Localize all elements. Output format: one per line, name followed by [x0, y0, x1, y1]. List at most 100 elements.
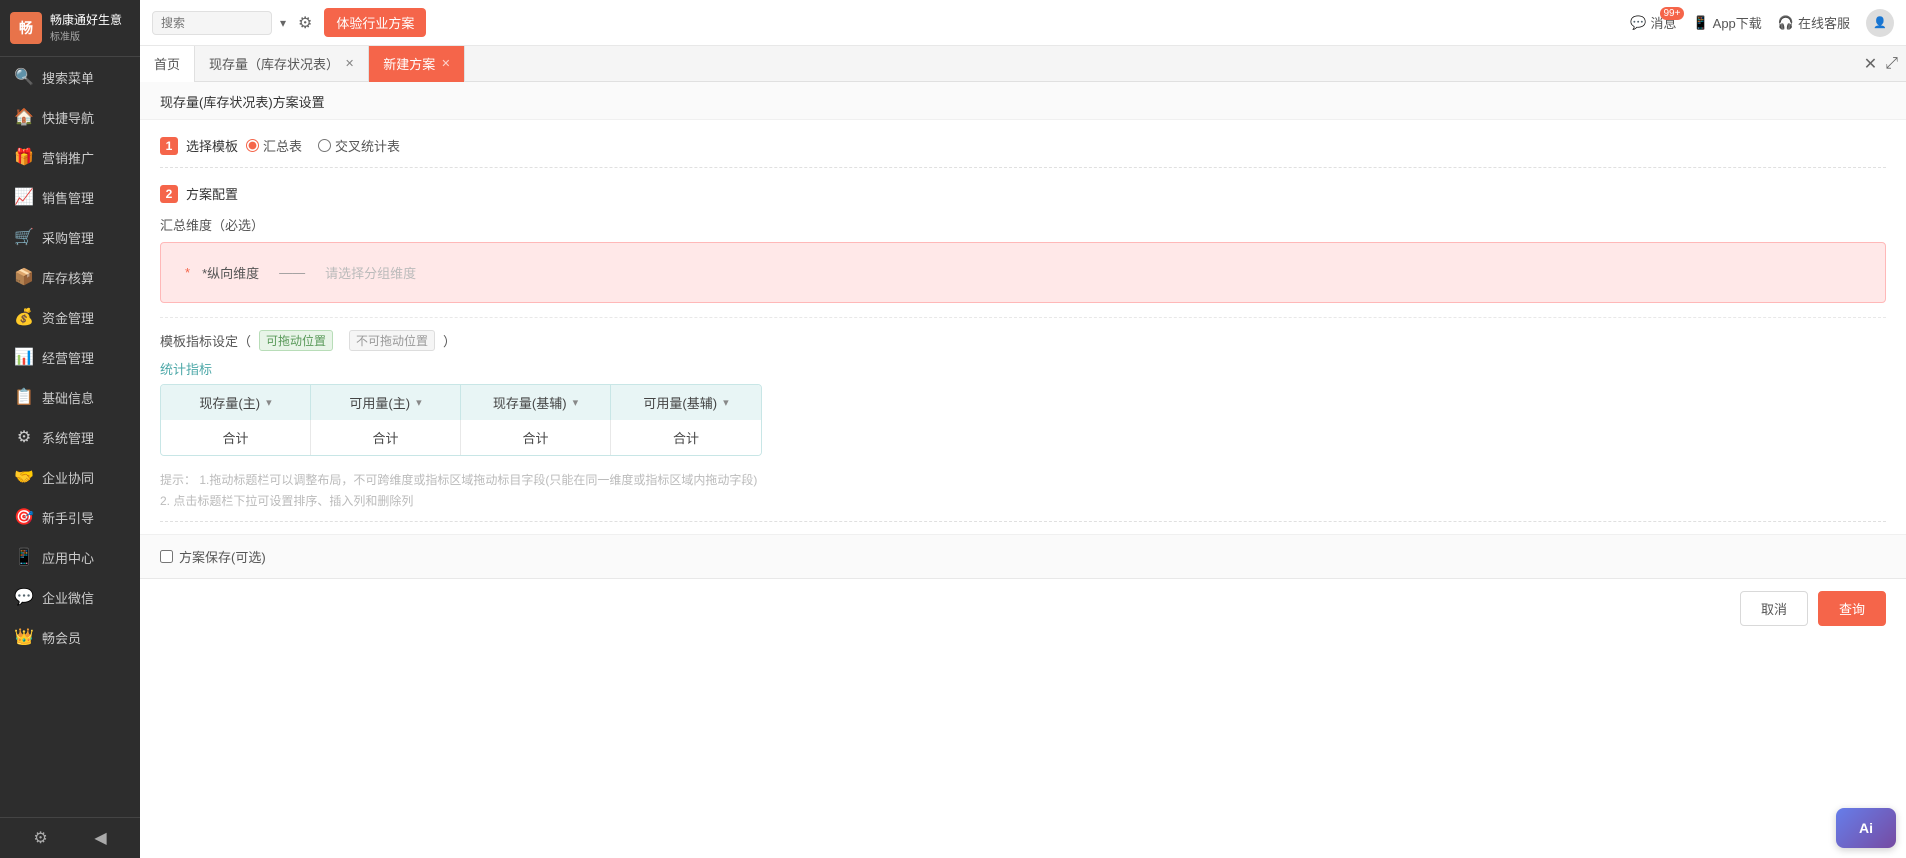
col-body-3: 合计: [611, 420, 761, 455]
topbar: ▾ ⚙ 体验行业方案 💬 消息 99+ 📱 App下载 🎧 在线客服 👤: [140, 0, 1906, 46]
step2-section: 2 方案配置 汇总维度（必选） * *纵向维度 —— 请选择分组维度 模板指标设…: [160, 184, 1886, 509]
sidebar-item-label: 系统管理: [42, 428, 94, 447]
expand-window-icon[interactable]: ⤢: [1885, 55, 1898, 73]
settings-bottom-icon[interactable]: ⚙: [33, 828, 47, 848]
sidebar-item-sales[interactable]: 📈 销售管理: [0, 177, 140, 217]
stats-label: 统计指标: [160, 359, 1886, 378]
required-star: *: [185, 265, 190, 280]
bottom-bar: 方案保存(可选): [140, 534, 1906, 578]
indicator-config: 模板指标设定（ 可拖动位置 不可拖动位置 ） 统计指标 现存量(主) ▾: [160, 330, 1886, 459]
sidebar-item-enterprise[interactable]: 🤝 企业协同: [0, 457, 140, 497]
col-dropdown-1[interactable]: ▾: [416, 396, 422, 409]
stats-table-body: 合计 合计 合计 合计: [161, 420, 761, 455]
sidebar-item-search-menu[interactable]: 🔍 搜索菜单: [0, 57, 140, 97]
cancel-button[interactable]: 取消: [1740, 591, 1808, 626]
sidebar-item-quick-nav[interactable]: 🏠 快捷导航: [0, 97, 140, 137]
query-button[interactable]: 查询: [1818, 591, 1886, 626]
indicator-config-title: 模板指标设定（ 可拖动位置 不可拖动位置 ）: [160, 330, 1886, 351]
tab-new-plan[interactable]: 新建方案 ✕: [369, 46, 465, 82]
headset-icon: 🎧: [1778, 15, 1794, 31]
finance-icon: 💰: [14, 307, 34, 327]
app-label: App下载: [1713, 13, 1762, 32]
col-header-label-1: 可用量(主): [349, 393, 410, 412]
topbar-right: 💬 消息 99+ 📱 App下载 🎧 在线客服 👤: [1630, 9, 1894, 37]
sidebar-menu: 🔍 搜索菜单 🏠 快捷导航 🎁 营销推广 📈 销售管理 🛒 采购管理 📦 库存核…: [0, 57, 140, 817]
col-dropdown-2[interactable]: ▾: [573, 396, 579, 409]
avatar-placeholder: 👤: [1873, 16, 1887, 29]
sidebar-item-label: 畅会员: [42, 628, 81, 647]
radio-cross[interactable]: 交叉统计表: [318, 136, 400, 155]
message-badge: 99+: [1660, 7, 1685, 20]
search-dropdown-icon[interactable]: ▾: [280, 16, 286, 30]
dimension-title: 汇总维度（必选）: [160, 215, 1886, 234]
sidebar-item-purchase[interactable]: 🛒 采购管理: [0, 217, 140, 257]
logo-icon: 畅: [10, 12, 42, 44]
tab-inventory-close[interactable]: ✕: [345, 57, 354, 70]
service-label: 在线客服: [1798, 13, 1850, 32]
save-option[interactable]: 方案保存(可选): [160, 547, 1886, 566]
sidebar-logo: 畅 畅康通好生意 标准版: [0, 0, 140, 57]
tip-1: 提示： 1.拖动标题栏可以调整布局，不可跨维度或指标区域拖动标目字段(只能在同一…: [160, 471, 1886, 488]
tab-home[interactable]: 首页: [140, 46, 195, 82]
sidebar-item-operation[interactable]: 📊 经营管理: [0, 337, 140, 377]
ai-float-button[interactable]: Ai: [1836, 808, 1896, 848]
col-header-0[interactable]: 现存量(主) ▾: [161, 385, 311, 420]
sidebar-item-marketing[interactable]: 🎁 营销推广: [0, 137, 140, 177]
radio-cross-input[interactable]: [318, 139, 331, 152]
sidebar-item-wechat[interactable]: 💬 企业微信: [0, 577, 140, 617]
tips-section: 提示： 1.拖动标题栏可以调整布局，不可跨维度或指标区域拖动标目字段(只能在同一…: [160, 471, 1886, 509]
basic-info-icon: 📋: [14, 387, 34, 407]
col-body-0: 合计: [161, 420, 311, 455]
save-checkbox[interactable]: [160, 550, 173, 563]
close-window-icon[interactable]: ✕: [1864, 54, 1877, 74]
divider2: [160, 317, 1886, 318]
col-header-3[interactable]: 可用量(基辅) ▾: [611, 385, 761, 420]
user-avatar[interactable]: 👤: [1866, 9, 1894, 37]
col-header-2[interactable]: 现存量(基辅) ▾: [461, 385, 611, 420]
sidebar-item-app-center[interactable]: 📱 应用中心: [0, 537, 140, 577]
divider3: [160, 521, 1886, 522]
ai-label: Ai: [1859, 820, 1873, 836]
sidebar-item-newbie[interactable]: 🎯 新手引导: [0, 497, 140, 537]
step1-badge: 1: [160, 137, 178, 155]
sidebar-item-member[interactable]: 👑 畅会员: [0, 617, 140, 657]
newbie-icon: 🎯: [14, 507, 34, 527]
service-button[interactable]: 🎧 在线客服: [1778, 13, 1850, 32]
sidebar-item-label: 快捷导航: [42, 108, 94, 127]
search-menu-icon: 🔍: [14, 67, 34, 87]
sidebar-item-system[interactable]: ⚙ 系统管理: [0, 417, 140, 457]
collapse-icon[interactable]: ◀: [94, 828, 106, 848]
col-header-1[interactable]: 可用量(主) ▾: [311, 385, 461, 420]
app-download-button[interactable]: 📱 App下载: [1692, 13, 1761, 32]
sidebar-item-label: 经营管理: [42, 348, 94, 367]
message-button[interactable]: 💬 消息 99+: [1630, 13, 1676, 32]
purchase-icon: 🛒: [14, 227, 34, 247]
save-option-label: 方案保存(可选): [179, 547, 266, 566]
col-body-1: 合计: [311, 420, 461, 455]
sidebar-item-label: 新手引导: [42, 508, 94, 527]
radio-summary[interactable]: 汇总表: [246, 136, 302, 155]
radio-summary-input[interactable]: [246, 139, 259, 152]
marketing-icon: 🎁: [14, 147, 34, 167]
dimension-row: * *纵向维度 —— 请选择分组维度: [185, 263, 1861, 282]
sidebar-item-finance[interactable]: 💰 资金管理: [0, 297, 140, 337]
operation-icon: 📊: [14, 347, 34, 367]
tab-new-plan-close[interactable]: ✕: [441, 57, 450, 70]
col-dropdown-0[interactable]: ▾: [266, 396, 272, 409]
dimension-placeholder[interactable]: 请选择分组维度: [325, 263, 416, 282]
dimension-box: * *纵向维度 —— 请选择分组维度: [160, 242, 1886, 303]
sidebar-item-inventory[interactable]: 📦 库存核算: [0, 257, 140, 297]
search-input[interactable]: [152, 11, 272, 35]
col-header-label-3: 可用量(基辅): [643, 393, 717, 412]
non-draggable-badge: 不可拖动位置: [349, 330, 435, 351]
content-area: 现存量(库存状况表)方案设置 1 选择模板 汇总表 交叉统计表: [140, 82, 1906, 858]
sidebar-item-basic-info[interactable]: 📋 基础信息: [0, 377, 140, 417]
footer-buttons: 取消 查询: [140, 578, 1906, 638]
window-controls: ✕ ⤢: [1864, 54, 1906, 74]
trial-button[interactable]: 体验行业方案: [324, 8, 426, 37]
gear-icon[interactable]: ⚙: [298, 13, 312, 33]
tab-inventory[interactable]: 现存量（库存状况表） ✕: [195, 46, 369, 82]
col-dropdown-3[interactable]: ▾: [723, 396, 729, 409]
sidebar-item-label: 销售管理: [42, 188, 94, 207]
tabbar: 首页 现存量（库存状况表） ✕ 新建方案 ✕ ✕ ⤢: [140, 46, 1906, 82]
